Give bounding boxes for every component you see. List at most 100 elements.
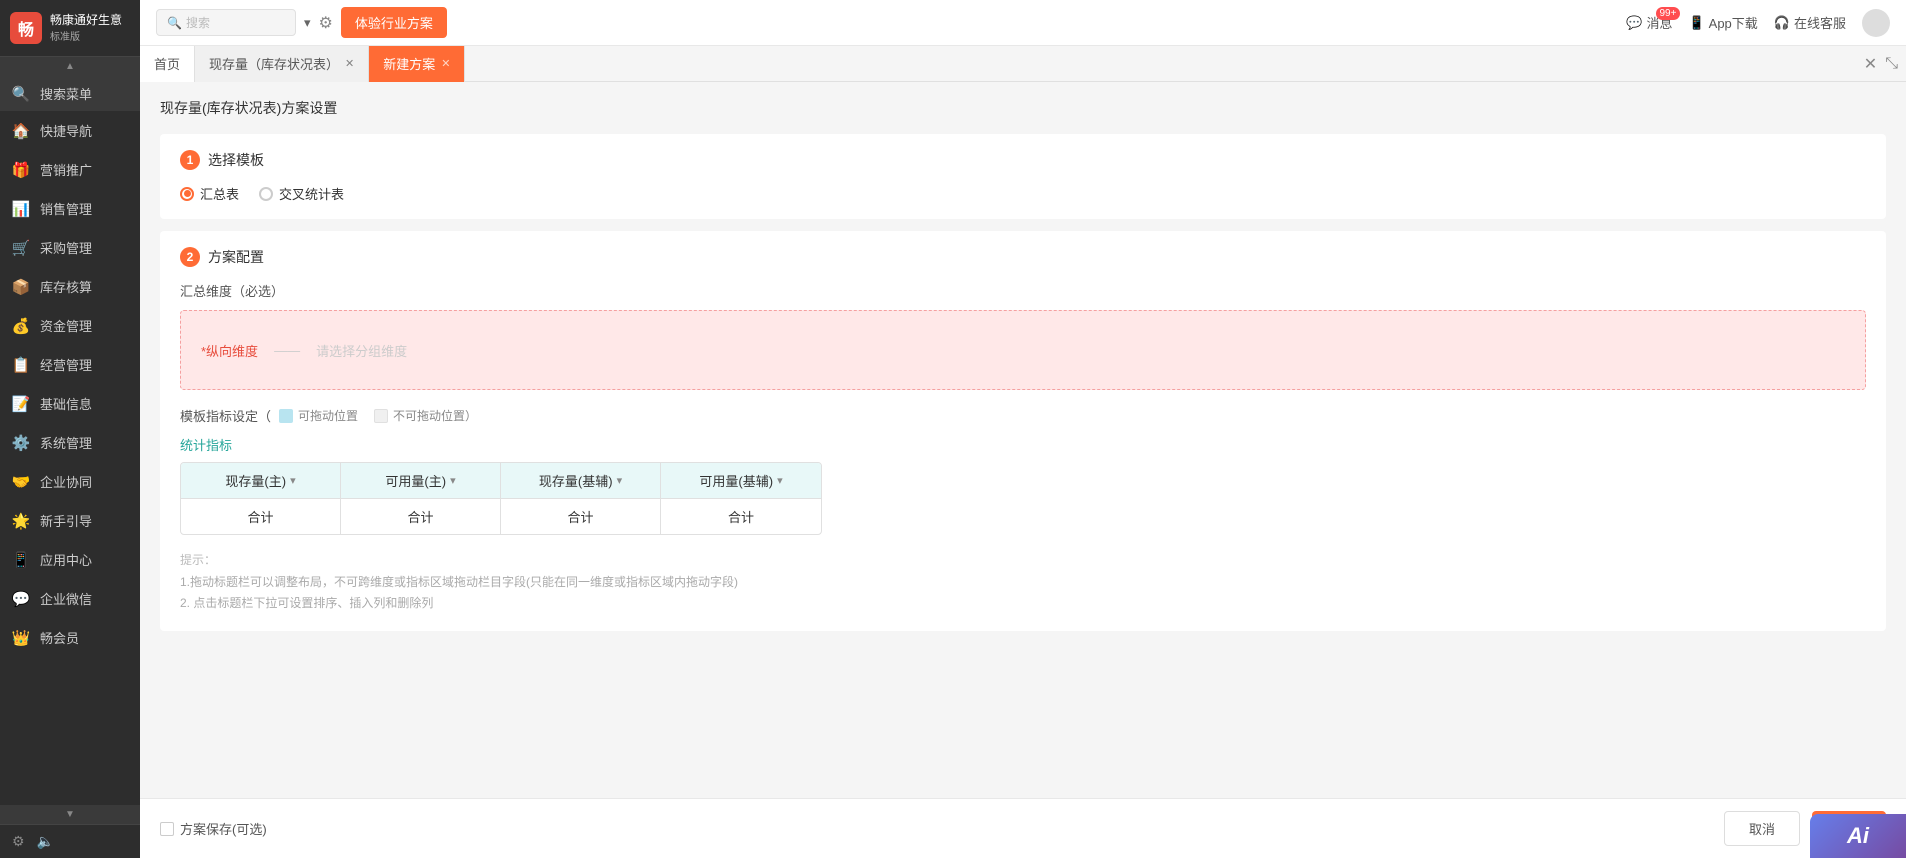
radio-cross-label: 交叉统计表 [279, 184, 344, 203]
stats-col-available-aux[interactable]: 可用量(基辅) ▾ [661, 463, 821, 498]
save-checkbox[interactable] [160, 822, 174, 836]
stats-data-row: 合计 合计 合计 合计 [181, 498, 821, 534]
available-aux-dropdown-icon[interactable]: ▾ [777, 474, 783, 487]
experience-btn[interactable]: 体验行业方案 [341, 7, 447, 38]
sidebar-item-management[interactable]: 📋 经营管理 [0, 345, 140, 384]
current-main-dropdown-icon[interactable]: ▾ [290, 474, 296, 487]
step2-header: 2 方案配置 [180, 247, 1866, 267]
stats-col-available-main[interactable]: 可用量(主) ▾ [341, 463, 501, 498]
available-main-dropdown-icon[interactable]: ▾ [450, 474, 456, 487]
sidebar: 畅 畅康通好生意 标准版 ▲ 🔍 搜索菜单 🏠 快捷导航 🎁 营销推广 📊 销售… [0, 0, 140, 858]
stats-header-row: 现存量(主) ▾ 可用量(主) ▾ [181, 463, 821, 498]
indicator-settings-label: 模板指标设定（ 可拖动位置 不可拖动位置） [180, 406, 1866, 425]
current-aux-dropdown-icon[interactable]: ▾ [617, 474, 623, 487]
sidebar-item-label: 销售管理 [40, 199, 92, 218]
online-service-label: 在线客服 [1794, 13, 1846, 32]
headset-icon: 🎧 [1774, 15, 1790, 31]
dimension-box[interactable]: *纵向维度 —— 请选择分组维度 [180, 310, 1866, 390]
step1-card: 1 选择模板 汇总表 交叉统计表 [160, 134, 1886, 219]
topbar-dropdown-icon[interactable]: ▾ [304, 15, 311, 31]
legend-draggable-label: 可拖动位置 [298, 407, 358, 424]
purchase-icon: 🛒 [12, 239, 30, 257]
sidebar-item-label: 资金管理 [40, 316, 92, 335]
stats-label: 统计指标 [180, 435, 1866, 454]
settings-icon[interactable]: ⚙ [12, 833, 25, 850]
cancel-button[interactable]: 取消 [1724, 811, 1800, 846]
sidebar-scroll-down[interactable]: ▼ [0, 805, 140, 824]
stats-col-current-main[interactable]: 现存量(主) ▾ [181, 463, 341, 498]
stats-col-current-main-label: 现存量(主) ▾ [225, 471, 295, 490]
tabbar: 首页 现存量（库存状况表） ✕ 新建方案 ✕ ✕ ⤡ [140, 46, 1906, 82]
sidebar-scroll-up[interactable]: ▲ [0, 57, 140, 76]
ai-badge[interactable]: Ai [1810, 814, 1906, 858]
step1-number: 1 [180, 150, 200, 170]
search-icon: 🔍 [167, 16, 182, 30]
ai-label: Ai [1847, 823, 1869, 849]
stats-col-current-aux-label: 现存量(基辅) ▾ [539, 471, 622, 490]
tab-inventory-status-close[interactable]: ✕ [345, 57, 354, 70]
phone-icon: 📱 [1688, 15, 1704, 31]
sidebar-item-new-guide[interactable]: 🌟 新手引导 [0, 501, 140, 540]
new-guide-icon: 🌟 [12, 512, 30, 530]
legend-fixed-box [374, 409, 388, 423]
topbar-search-box[interactable]: 🔍 搜索 [156, 9, 296, 36]
sidebar-item-label: 快捷导航 [40, 121, 92, 140]
indicator-legend: 可拖动位置 不可拖动位置） [279, 407, 477, 424]
sidebar-item-quick-nav[interactable]: 🏠 快捷导航 [0, 111, 140, 150]
sidebar-footer: ⚙ 🔈 [0, 824, 140, 858]
step2-card: 2 方案配置 汇总维度（必选） *纵向维度 —— 请选择分组维度 模板指标设定（ [160, 231, 1886, 631]
indicator-settings-section: 模板指标设定（ 可拖动位置 不可拖动位置） 统计指标 [180, 406, 1866, 615]
sidebar-item-label: 搜索菜单 [40, 84, 92, 103]
sidebar-item-system[interactable]: ⚙️ 系统管理 [0, 423, 140, 462]
sidebar-item-enterprise-wechat[interactable]: 💬 企业微信 [0, 579, 140, 618]
legend-fixed-label: 不可拖动位置） [393, 407, 477, 424]
system-icon: ⚙️ [12, 434, 30, 452]
tab-expand-btn[interactable]: ⤡ [1885, 55, 1898, 73]
legend-fixed-item: 不可拖动位置） [374, 407, 477, 424]
sidebar-item-cooperation[interactable]: 🤝 企业协同 [0, 462, 140, 501]
tab-inventory-status[interactable]: 现存量（库存状况表） ✕ [195, 46, 369, 82]
stats-section: 统计指标 现存量(主) ▾ 可用量(主) [180, 435, 1866, 538]
logo-icon: 畅 [10, 12, 42, 44]
tab-home-label: 首页 [154, 54, 180, 73]
sidebar-item-finance[interactable]: 💰 资金管理 [0, 306, 140, 345]
sidebar-item-sales[interactable]: 📊 销售管理 [0, 189, 140, 228]
sidebar-item-app-center[interactable]: 📱 应用中心 [0, 540, 140, 579]
page-title: 现存量(库存状况表)方案设置 [160, 98, 1886, 118]
radio-summary[interactable]: 汇总表 [180, 184, 239, 203]
sidebar-item-label: 畅会员 [40, 628, 79, 647]
user-avatar[interactable] [1862, 9, 1890, 37]
sidebar-item-membership[interactable]: 👑 畅会员 [0, 618, 140, 657]
sidebar-item-basic-info[interactable]: 📝 基础信息 [0, 384, 140, 423]
finance-icon: 💰 [12, 317, 30, 335]
online-service-item[interactable]: 🎧 在线客服 [1774, 13, 1846, 32]
sidebar-item-purchase[interactable]: 🛒 采购管理 [0, 228, 140, 267]
dimension-label: 汇总维度（必选） [180, 281, 1866, 300]
sidebar-item-label: 库存核算 [40, 277, 92, 296]
tab-new-plan[interactable]: 新建方案 ✕ [369, 46, 465, 82]
topbar-settings-icon[interactable]: ⚙ [319, 13, 333, 33]
stats-cell-available-aux-sub: 合计 [661, 499, 821, 534]
sidebar-item-marketing[interactable]: 🎁 营销推广 [0, 150, 140, 189]
radio-cross[interactable]: 交叉统计表 [259, 184, 344, 203]
quick-nav-icon: 🏠 [12, 122, 30, 140]
tab-home[interactable]: 首页 [140, 46, 195, 82]
messages-item[interactable]: 💬 消息 99+ [1626, 13, 1672, 32]
speaker-icon[interactable]: 🔈 [37, 833, 54, 850]
stats-col-current-aux[interactable]: 现存量(基辅) ▾ [501, 463, 661, 498]
app-download-item[interactable]: 📱 App下载 [1688, 13, 1757, 32]
tab-new-plan-label: 新建方案 [383, 54, 435, 73]
app-center-icon: 📱 [12, 551, 30, 569]
tab-close-all-btn[interactable]: ✕ [1864, 54, 1877, 74]
app-version: 标准版 [50, 28, 122, 43]
tab-actions: ✕ ⤡ [1864, 54, 1906, 74]
footer-bar: 方案保存(可选) 取消 查询 [140, 798, 1906, 858]
tips-section: 提示： 1.拖动标题栏可以调整布局，不可跨维度或指标区域拖动栏目字段(只能在同一… [180, 550, 1866, 615]
sidebar-item-inventory[interactable]: 📦 库存核算 [0, 267, 140, 306]
stats-cell-available-main-sub: 合计 [341, 499, 501, 534]
save-option[interactable]: 方案保存(可选) [160, 819, 267, 838]
tab-new-plan-close[interactable]: ✕ [441, 57, 450, 70]
sidebar-item-label: 企业协同 [40, 472, 92, 491]
sidebar-item-search[interactable]: 🔍 搜索菜单 [0, 76, 140, 111]
indicator-label-text: 模板指标设定（ [180, 406, 271, 425]
